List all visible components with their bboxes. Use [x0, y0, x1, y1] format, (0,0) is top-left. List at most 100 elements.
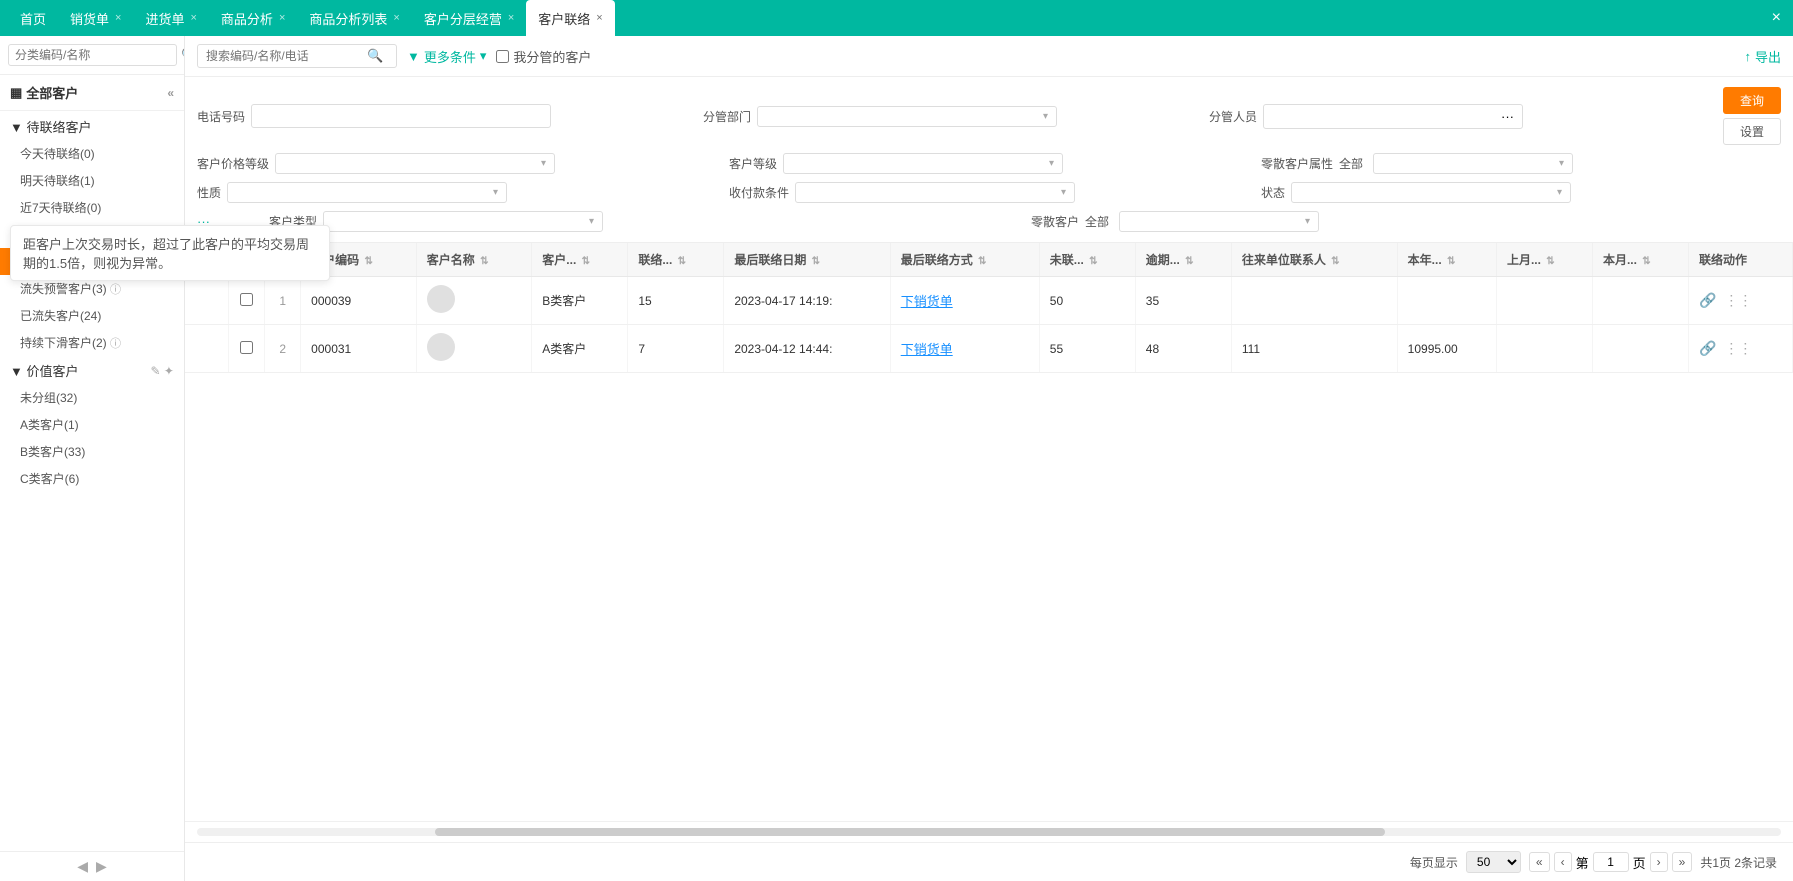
nav-customer-contact[interactable]: 客户联络 ×: [526, 0, 614, 36]
sidebar-item-b-class[interactable]: B类客户(33): [0, 438, 184, 465]
retail-attr-select[interactable]: ▾: [1373, 153, 1573, 174]
price-level-select[interactable]: ▾: [275, 153, 555, 174]
row-last-method[interactable]: 下销货单: [890, 325, 1039, 373]
settings-btn[interactable]: 设置: [1723, 118, 1781, 145]
close-product-analysis-icon[interactable]: ×: [279, 12, 285, 24]
filter-icon: ▼: [407, 49, 420, 64]
table-area[interactable]: ⚙ 客户编码 ⇅ 客户名称 ⇅ 客户... ⇅ 联络... ⇅ 最后联络日期 ⇅…: [185, 243, 1793, 821]
sidebar-bottom-nav: ◀ ▶: [0, 851, 184, 881]
nav-purchase[interactable]: 进货单 ×: [133, 0, 208, 36]
row-code: 000031: [301, 325, 417, 373]
close-customer-contact-icon[interactable]: ×: [596, 12, 602, 24]
search-icon[interactable]: 🔍: [367, 48, 383, 64]
action-grid-icon[interactable]: ⋮⋮: [1724, 340, 1752, 357]
export-btn[interactable]: ↑ 导出: [1744, 47, 1781, 66]
nav-sales[interactable]: 销货单 ×: [58, 0, 133, 36]
th-last-month[interactable]: 上月... ⇅: [1496, 243, 1592, 277]
nav-product-analysis-list[interactable]: 商品分析列表 ×: [297, 0, 411, 36]
close-customer-tier-icon[interactable]: ×: [508, 12, 514, 24]
manager-select[interactable]: ···: [1263, 104, 1523, 129]
sidebar-group-pending[interactable]: ▼ 待联络客户: [0, 111, 184, 140]
row-number: 2: [265, 325, 301, 373]
row-checkbox[interactable]: [229, 325, 265, 373]
close-window-icon[interactable]: ×: [1772, 9, 1781, 27]
nav-customer-tier[interactable]: 客户分层经营 ×: [412, 0, 526, 36]
customer-level-chevron-icon: ▾: [1049, 158, 1054, 169]
my-customers-checkbox: 我分管的客户: [496, 47, 591, 66]
grid-icon: ▦: [10, 85, 22, 101]
sidebar-item-a-class[interactable]: A类客户(1): [0, 411, 184, 438]
dots-icon: ···: [1501, 109, 1514, 124]
last-page-btn[interactable]: »: [1672, 852, 1693, 872]
th-contact[interactable]: 联络... ⇅: [628, 243, 724, 277]
sidebar-group-value[interactable]: ▼ 价值客户 ✎ ✦: [0, 356, 184, 384]
sidebar-search-area: 🔍: [0, 36, 184, 75]
query-btn[interactable]: 查询: [1723, 87, 1781, 114]
nature-select[interactable]: ▾: [227, 182, 507, 203]
row-checkbox[interactable]: [229, 277, 265, 325]
dept-select[interactable]: ▾: [757, 106, 1057, 127]
sidebar-item-churned[interactable]: 已流失客户(24): [0, 302, 184, 329]
retail-attr-chevron-icon: ▾: [1559, 158, 1564, 169]
th-this-year[interactable]: 本年... ⇅: [1397, 243, 1496, 277]
sidebar-item-c-class[interactable]: C类客户(6): [0, 465, 184, 492]
action-link-icon[interactable]: 🔗: [1699, 292, 1716, 309]
row-this-year: [1397, 277, 1496, 325]
sidebar-item-ungrouped[interactable]: 未分组(32): [0, 384, 184, 411]
filter-payment: 收付款条件 ▾: [729, 182, 1249, 203]
customer-level-select[interactable]: ▾: [783, 153, 1063, 174]
sidebar-item-tomorrow[interactable]: 明天待联络(1): [0, 167, 184, 194]
page-number-input[interactable]: [1593, 852, 1629, 872]
action-grid-icon[interactable]: ⋮⋮: [1724, 292, 1752, 309]
edit-icon[interactable]: ✎ ✦: [151, 364, 174, 378]
th-uncontacted[interactable]: 未联... ⇅: [1039, 243, 1135, 277]
sidebar-left-arrow[interactable]: ◀: [77, 858, 88, 875]
sidebar-collapse-btn[interactable]: «: [167, 86, 174, 100]
phone-input[interactable]: [251, 104, 551, 128]
th-unit-contact[interactable]: 往来单位联系人 ⇅: [1231, 243, 1397, 277]
search-input[interactable]: [206, 49, 361, 63]
more-conditions-btn[interactable]: ▼ 更多条件 ▾: [407, 47, 486, 66]
sidebar-item-7days[interactable]: 近7天待联络(0): [0, 194, 184, 221]
nav-product-analysis[interactable]: 商品分析 ×: [209, 0, 297, 36]
my-customers-check[interactable]: [496, 50, 509, 63]
payment-select[interactable]: ▾: [795, 182, 1075, 203]
close-product-list-icon[interactable]: ×: [393, 12, 399, 24]
next-page-btn[interactable]: ›: [1650, 852, 1668, 872]
close-sales-icon[interactable]: ×: [115, 12, 121, 24]
horizontal-scrollbar[interactable]: [185, 821, 1793, 842]
th-name[interactable]: 客户名称 ⇅: [416, 243, 532, 277]
first-page-btn[interactable]: «: [1529, 852, 1550, 872]
sidebar-right-arrow[interactable]: ▶: [96, 858, 107, 875]
th-overdue[interactable]: 逾期... ⇅: [1135, 243, 1231, 277]
customer-type-select[interactable]: ▾: [323, 211, 603, 232]
th-last-date[interactable]: 最后联络日期 ⇅: [724, 243, 890, 277]
page-size-select[interactable]: 50 20 100: [1466, 851, 1521, 873]
tooltip-box: 距客户上次交易时长，超过了此客户的平均交易周期的1.5倍，则视为异常。: [185, 225, 330, 281]
status-select[interactable]: ▾: [1291, 182, 1571, 203]
sidebar-item-declining[interactable]: 持续下滑客户(2) ⓘ: [0, 329, 184, 356]
row-contact: 15: [628, 277, 724, 325]
scrollbar-thumb[interactable]: [435, 828, 1385, 836]
filter-customer-level: 客户等级 ▾: [729, 153, 1249, 174]
row-last-date: 2023-04-12 14:44:: [724, 325, 890, 373]
th-type[interactable]: 客户... ⇅: [532, 243, 628, 277]
table-header-row: ⚙ 客户编码 ⇅ 客户名称 ⇅ 客户... ⇅ 联络... ⇅ 最后联络日期 ⇅…: [185, 243, 1793, 277]
nav-home[interactable]: 首页: [8, 0, 58, 36]
filter-customer-type: 客户类型 ▾: [269, 211, 1019, 232]
sidebar-search-input[interactable]: [8, 44, 177, 66]
sidebar-item-today[interactable]: 今天待联络(0): [0, 140, 184, 167]
th-last-method[interactable]: 最后联络方式 ⇅: [890, 243, 1039, 277]
row-last-month: [1496, 325, 1592, 373]
row-last-method[interactable]: 下销货单: [890, 277, 1039, 325]
row-overdue: 35: [1135, 277, 1231, 325]
close-purchase-icon[interactable]: ×: [190, 12, 196, 24]
filter-row-4: ··· 客户类型 ▾ 零散客户 全部 ▾: [197, 211, 1781, 232]
page-size-label: 每页显示: [1410, 854, 1458, 871]
th-this-month[interactable]: 本月... ⇅: [1592, 243, 1688, 277]
row-this-month: [1592, 277, 1688, 325]
prev-page-btn[interactable]: ‹: [1554, 852, 1572, 872]
action-link-icon[interactable]: 🔗: [1699, 340, 1716, 357]
filter-manager: 分管人员 ···: [1209, 104, 1703, 129]
retail-customer-select[interactable]: ▾: [1119, 211, 1319, 232]
